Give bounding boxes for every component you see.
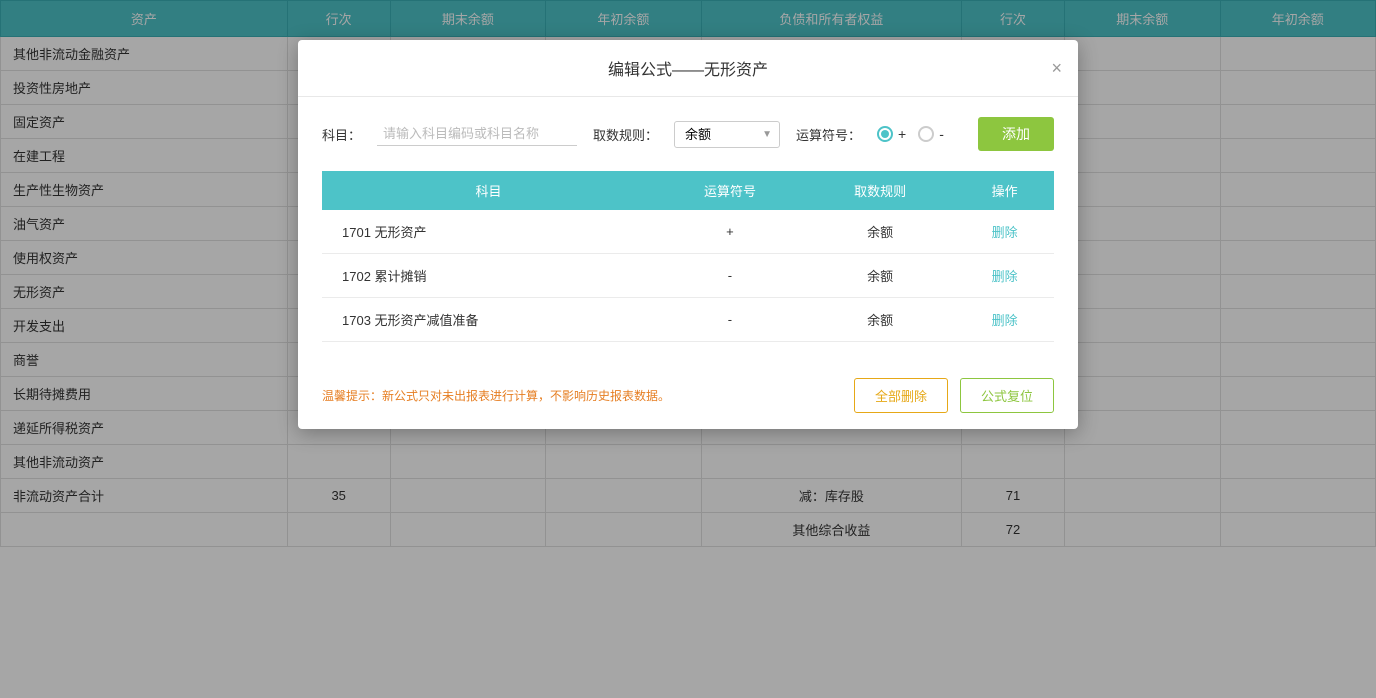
rule-select-wrapper: 余额借方贷方借方发生额贷方发生额 ▼ [674, 121, 780, 148]
modal-dialog: 编辑公式——无形资产 × 科目： 取数规则： 余额借方贷方借方发生额贷方发生额 … [298, 40, 1078, 429]
table-cell-rule: 余额 [805, 254, 955, 298]
reset-formula-button[interactable]: 公式复位 [960, 378, 1054, 413]
table-row: 1701 无形资产+余额 删除 [322, 210, 1054, 254]
table-cell-action: 删除 [955, 254, 1054, 298]
modal-footer: 温馨提示：新公式只对未出报表进行计算，不影响历史报表数据。 全部删除 公式复位 [298, 362, 1078, 429]
modal-title: 编辑公式——无形资产 [608, 56, 768, 80]
table-cell-subject: 1701 无形资产 [322, 210, 655, 254]
table-row: 1702 累计摊销-余额 删除 [322, 254, 1054, 298]
op-minus-radio[interactable]: - [918, 126, 944, 142]
table-row: 1703 无形资产减值准备-余额 删除 [322, 298, 1054, 342]
op-label: 运算符号： [796, 125, 861, 144]
table-cell-rule: 余额 [805, 210, 955, 254]
op-plus-radio[interactable]: + [877, 126, 906, 142]
add-button[interactable]: 添加 [978, 117, 1054, 151]
subject-input[interactable] [377, 122, 577, 146]
op-minus-radio-circle [918, 126, 934, 142]
rule-label: 取数规则： [593, 125, 658, 144]
footer-buttons: 全部删除 公式复位 [854, 378, 1054, 413]
table-cell-op: - [655, 254, 805, 298]
operator-radio-group: + - [877, 126, 944, 142]
table-cell-action: 删除 [955, 298, 1054, 342]
delete-all-button[interactable]: 全部删除 [854, 378, 948, 413]
table-cell-op: + [655, 210, 805, 254]
delete-row-link[interactable]: 删除 [992, 225, 1018, 240]
table-cell-action: 删除 [955, 210, 1054, 254]
table-cell-subject: 1703 无形资产减值准备 [322, 298, 655, 342]
table-cell-op: - [655, 298, 805, 342]
modal-header: 编辑公式——无形资产 × [298, 40, 1078, 97]
formula-form-row: 科目： 取数规则： 余额借方贷方借方发生额贷方发生额 ▼ 运算符号： + - [322, 117, 1054, 151]
modal-close-button[interactable]: × [1051, 59, 1062, 77]
rule-select[interactable]: 余额借方贷方借方发生额贷方发生额 [674, 121, 780, 148]
subject-label: 科目： [322, 125, 361, 144]
op-plus-label: + [898, 126, 906, 142]
modal-body: 科目： 取数规则： 余额借方贷方借方发生额贷方发生额 ▼ 运算符号： + - [298, 97, 1078, 362]
modal-overlay: 编辑公式——无形资产 × 科目： 取数规则： 余额借方贷方借方发生额贷方发生额 … [0, 0, 1376, 698]
delete-row-link[interactable]: 删除 [992, 313, 1018, 328]
formula-table: 科目运算符号取数规则操作 1701 无形资产+余额删除1702 累计摊销-余额删… [322, 171, 1054, 342]
op-plus-radio-circle [877, 126, 893, 142]
table-cell-subject: 1702 累计摊销 [322, 254, 655, 298]
op-minus-label: - [939, 126, 944, 142]
table-cell-rule: 余额 [805, 298, 955, 342]
footer-hint: 温馨提示：新公式只对未出报表进行计算，不影响历史报表数据。 [322, 387, 670, 404]
delete-row-link[interactable]: 删除 [992, 269, 1018, 284]
